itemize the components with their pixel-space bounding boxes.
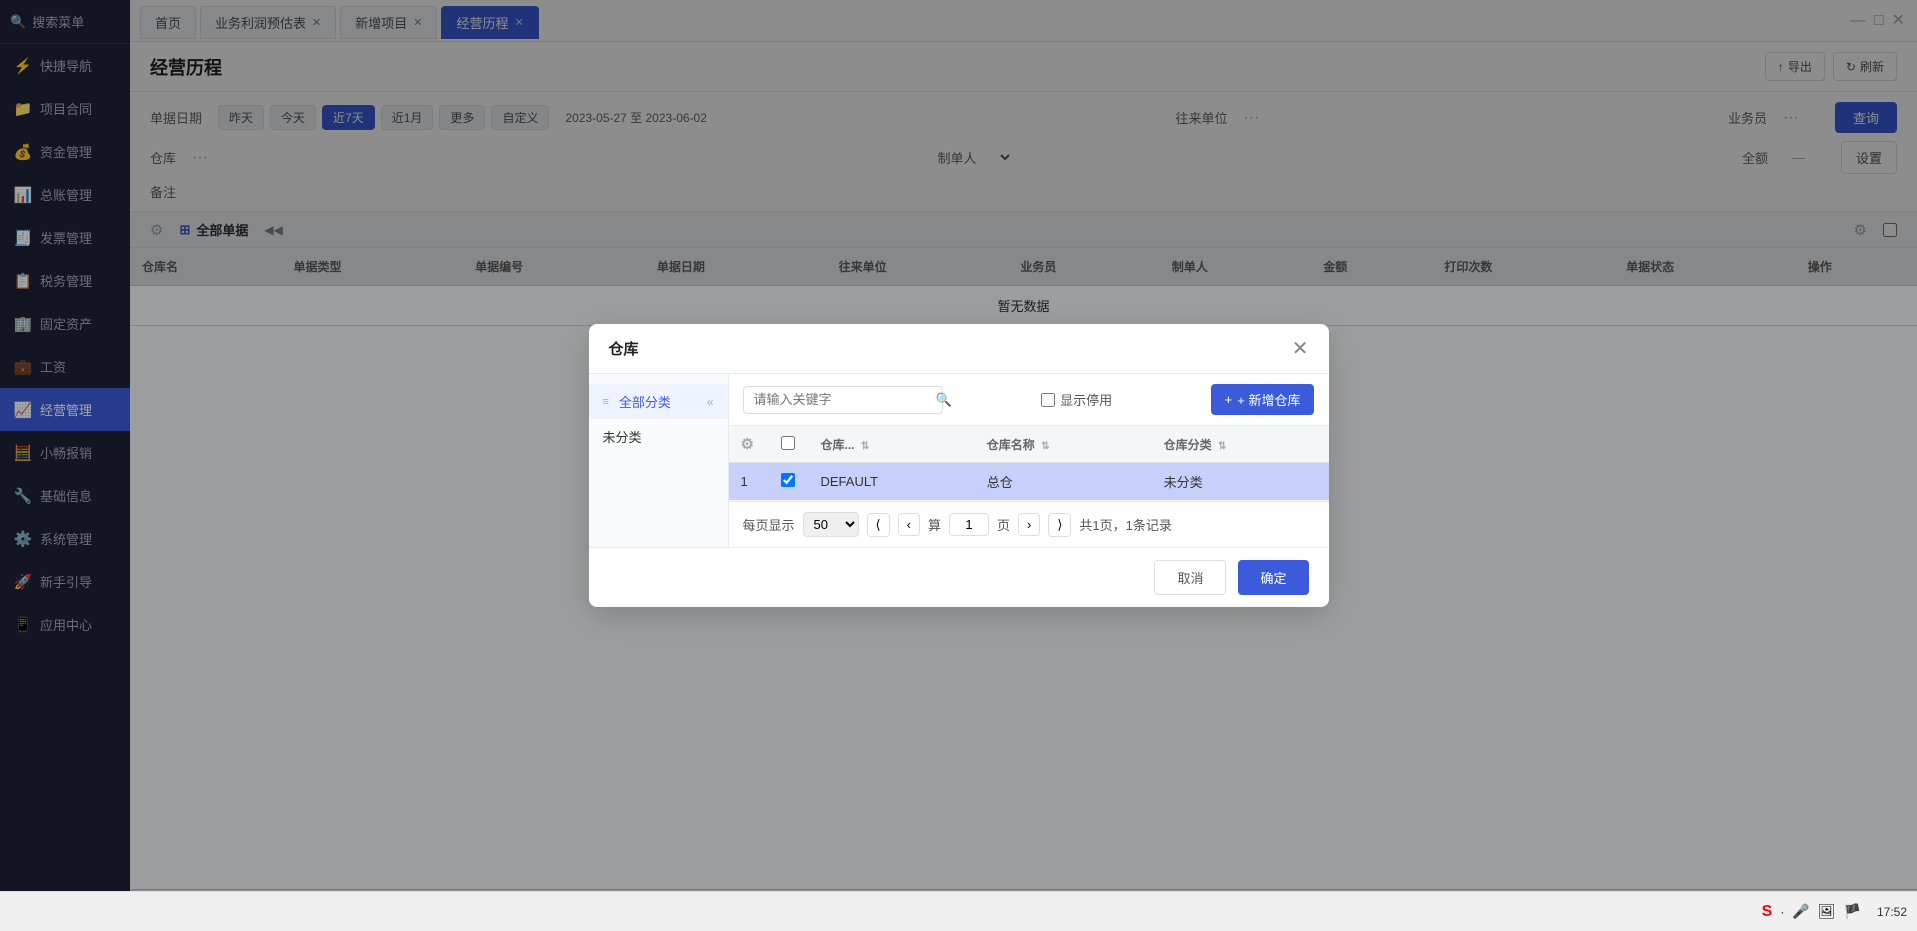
modal-main: 🔍 显示停用 + + 新增仓库 [729,374,1329,547]
modal-page-label: 算 [928,515,941,534]
add-warehouse-button[interactable]: + + 新增仓库 [1211,384,1315,415]
modal-first-page-btn[interactable]: ⟨ [867,513,890,537]
taskbar-time: 17:52 [1877,905,1907,919]
show-disabled-checkbox[interactable] [1041,393,1055,407]
warehouse-modal: 仓库 ✕ ≡ 全部分类 « 未分类 [589,324,1329,607]
sort-icon-category: ⇅ [1218,441,1226,452]
taskbar-icon-dot: · [1780,905,1784,919]
modal-table-header: ⚙ 仓库... ⇅ 仓库名称 ⇅ [729,426,1329,463]
modal-page-unit: 页 [997,515,1010,534]
col-warehouse-name: 仓库名称 ⇅ [975,426,1152,463]
modal-search-input[interactable] [754,392,930,407]
modal-actions: 取消 确定 [589,547,1329,607]
modal-last-page-btn[interactable]: ⟩ [1048,513,1071,537]
confirm-button[interactable]: 确定 [1238,560,1308,595]
modal-page-input[interactable] [949,513,989,536]
taskbar-icon-img: 🖼 [1818,903,1836,920]
col-checkbox [769,426,809,463]
modal-sidebar-uncategorized[interactable]: 未分类 [589,419,728,454]
modal-toolbar: 🔍 显示停用 + + 新增仓库 [729,374,1329,426]
search-icon: 🔍 [936,392,952,408]
modal-pagination: 每页显示 50 10 20 100 ⟨ ‹ 算 页 › ⟩ [743,512,1172,537]
modal-page-size-select[interactable]: 50 10 20 100 [803,512,859,537]
modal-footer: 每页显示 50 10 20 100 ⟨ ‹ 算 页 › ⟩ [729,501,1329,547]
collapse-left-icon[interactable]: « [707,395,714,409]
modal-next-page-btn[interactable]: › [1018,513,1040,536]
add-icon: + [1225,392,1233,407]
expand-icon: ≡ [603,396,609,408]
modal-search-box[interactable]: 🔍 [743,386,943,414]
modal-sidebar-all[interactable]: ≡ 全部分类 « [589,384,728,419]
modal-total-info: 共1页，1条记录 [1079,515,1171,534]
modal-close-button[interactable]: ✕ [1292,339,1309,359]
row-category: 未分类 [1152,463,1329,501]
show-disabled-group: 显示停用 [1041,390,1112,409]
gear-icon[interactable]: ⚙ [741,436,754,453]
modal-sidebar-uncategorized-label: 未分类 [603,427,642,446]
taskbar-icon-flag: 🏴 [1844,903,1861,920]
taskbar-icon-s: S [1762,903,1773,921]
modal-body: ≡ 全部分类 « 未分类 🔍 显示停用 [589,374,1329,547]
col-warehouse-code: 仓库... ⇅ [809,426,975,463]
row-checkbox[interactable] [781,473,795,487]
row-name: 总仓 [975,463,1152,501]
show-disabled-label: 显示停用 [1060,390,1112,409]
taskbar: S · 🎤 🖼 🏴 17:52 [0,891,1917,931]
modal-page-size-label: 每页显示 [743,515,795,534]
modal-table: ⚙ 仓库... ⇅ 仓库名称 ⇅ [729,426,1329,501]
row-code: DEFAULT [809,463,975,501]
modal-header: 仓库 ✕ [589,324,1329,374]
modal-overlay[interactable]: 仓库 ✕ ≡ 全部分类 « 未分类 [0,0,1917,931]
cancel-button[interactable]: 取消 [1154,560,1226,595]
col-gear: ⚙ [729,426,769,463]
modal-select-all[interactable] [781,436,795,450]
modal-sidebar: ≡ 全部分类 « 未分类 [589,374,729,547]
table-row[interactable]: 1 DEFAULT 总仓 未分类 [729,463,1329,501]
modal-sidebar-all-label: 全部分类 [619,392,671,411]
col-warehouse-category: 仓库分类 ⇅ [1152,426,1329,463]
modal-prev-page-btn[interactable]: ‹ [898,513,920,536]
row-index: 1 [729,463,769,501]
row-checkbox-cell [769,463,809,501]
sort-icon-code: ⇅ [861,441,869,452]
taskbar-icons: S · 🎤 🖼 🏴 17:52 [1762,903,1907,921]
modal-title: 仓库 [609,338,639,359]
modal-table-area[interactable]: ⚙ 仓库... ⇅ 仓库名称 ⇅ [729,426,1329,501]
taskbar-icon-mic: 🎤 [1792,903,1809,920]
sort-icon-name: ⇅ [1041,441,1049,452]
